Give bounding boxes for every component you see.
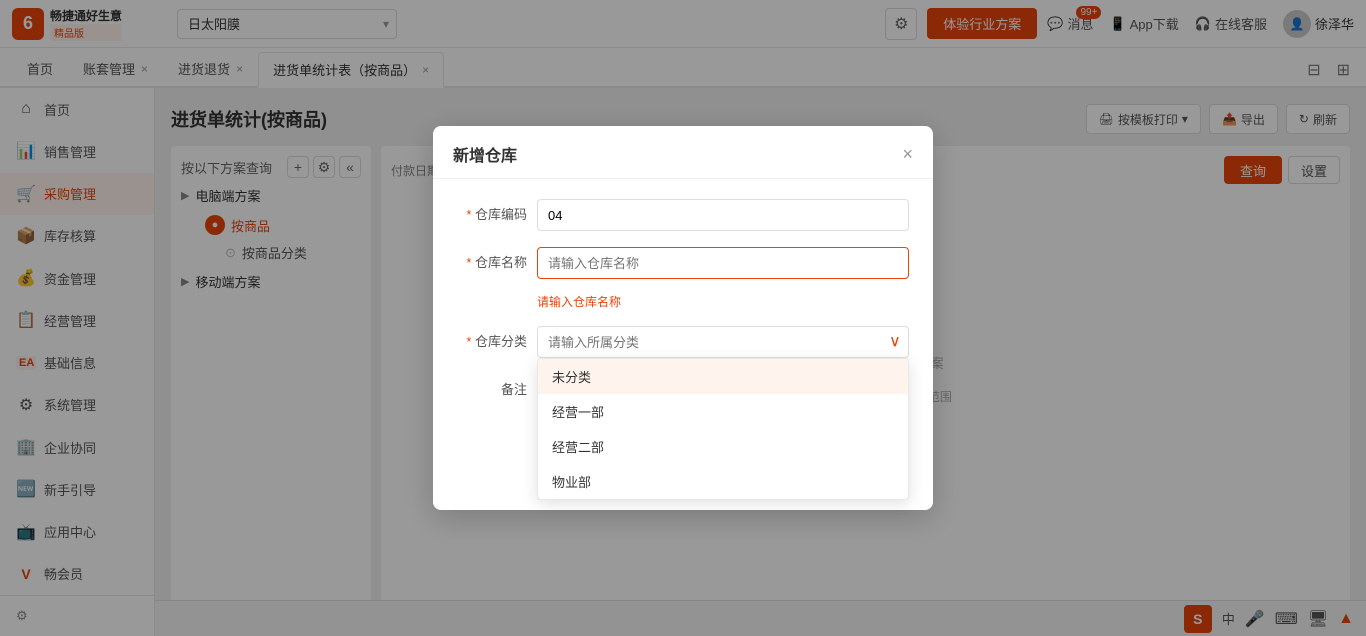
dropdown-item-prop[interactable]: 物业部 <box>538 464 908 499</box>
dropdown-item-uncat[interactable]: 未分类 <box>538 359 908 394</box>
form-row-name: 仓库名称 请输入仓库名称 <box>457 247 909 310</box>
dropdown-item-dept2[interactable]: 经营二部 <box>538 429 908 464</box>
modal-overlay: 新增仓库 × 仓库编码 仓库名称 请输入仓库名称 仓库分类 <box>0 0 1366 636</box>
modal-close-button[interactable]: × <box>902 144 913 165</box>
code-label: 仓库编码 <box>457 199 527 231</box>
modal-body: 仓库编码 仓库名称 请输入仓库名称 仓库分类 ∧ <box>433 179 933 442</box>
form-row-name-inner: 仓库名称 <box>457 247 909 279</box>
new-warehouse-modal: 新增仓库 × 仓库编码 仓库名称 请输入仓库名称 仓库分类 <box>433 126 933 510</box>
form-row-category: 仓库分类 ∧ 未分类 经营一部 经营二部 物业部 <box>457 326 909 358</box>
remark-label: 备注 <box>457 374 527 406</box>
category-label: 仓库分类 <box>457 326 527 358</box>
dropdown-item-dept1[interactable]: 经营一部 <box>538 394 908 429</box>
modal-header: 新增仓库 × <box>433 126 933 179</box>
category-dropdown-wrap: ∧ 未分类 经营一部 经营二部 物业部 <box>537 326 909 358</box>
name-error-wrap: 请输入仓库名称 <box>457 291 909 310</box>
name-label: 仓库名称 <box>457 247 527 279</box>
name-error-message: 请输入仓库名称 <box>537 293 909 310</box>
code-input[interactable] <box>537 199 909 231</box>
category-dropdown-list: 未分类 经营一部 经营二部 物业部 <box>537 358 909 500</box>
form-row-code: 仓库编码 <box>457 199 909 231</box>
category-input[interactable] <box>537 326 909 358</box>
name-input[interactable] <box>537 247 909 279</box>
modal-title: 新增仓库 <box>453 142 517 166</box>
